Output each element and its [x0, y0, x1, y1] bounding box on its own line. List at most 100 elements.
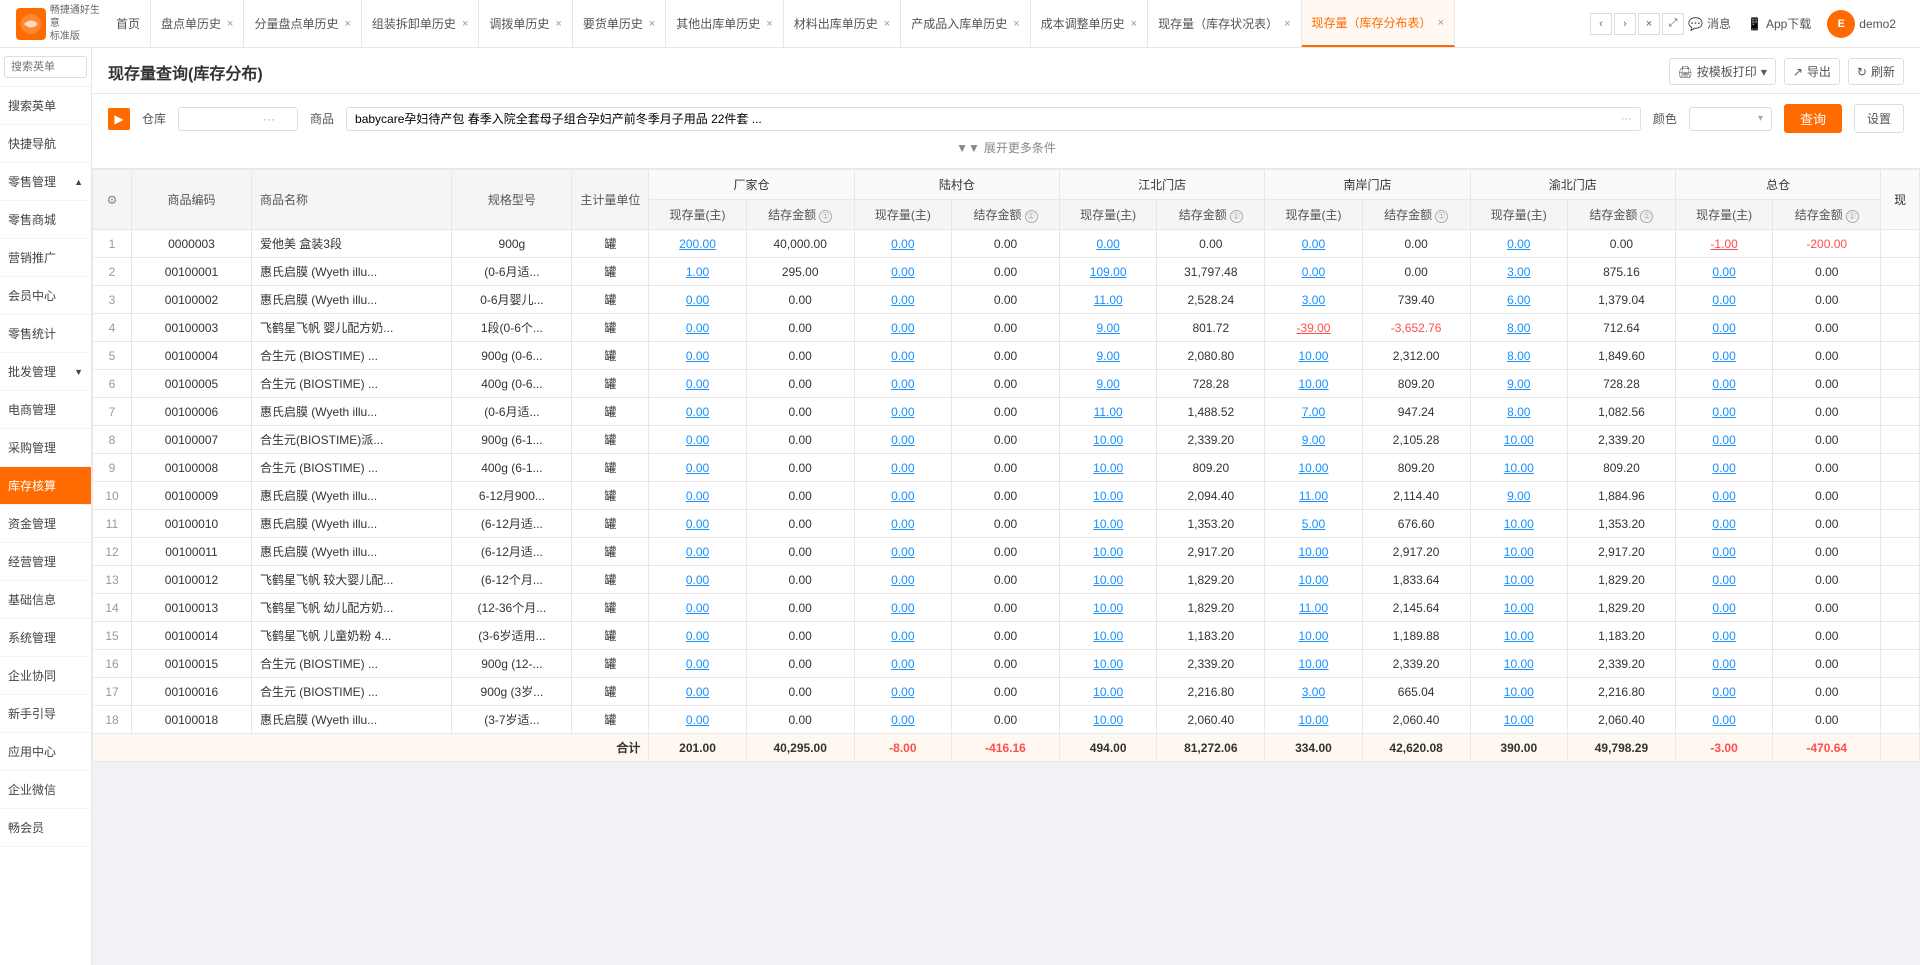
cell-na-qty: 10.00 [1265, 650, 1362, 678]
print-btn[interactable]: 🖨 按模板打印 ▾ [1669, 58, 1776, 85]
sidebar-item-marketing[interactable]: 营销推广 [0, 239, 91, 277]
sidebar-item-nav[interactable]: 快捷导航 [0, 125, 91, 163]
warehouse-dots-btn[interactable]: ··· [259, 112, 279, 126]
cell-lc-qty: 0.00 [854, 454, 951, 482]
info-icon-2[interactable]: ① [1025, 210, 1038, 223]
close-tab-8[interactable]: × [1013, 18, 1019, 30]
nav-prev-btn[interactable]: ‹ [1590, 13, 1612, 35]
cell-yb-amt: 1,183.20 [1567, 622, 1675, 650]
cell-name: 合生元 (BIOSTIME) ... [251, 370, 451, 398]
close-tab-6[interactable]: × [766, 18, 772, 30]
nav-fullscreen-btn[interactable]: ⤢ [1662, 13, 1684, 35]
cell-code: 00100013 [132, 594, 252, 622]
product-input[interactable] [355, 112, 1621, 126]
info-icon-5[interactable]: ① [1640, 210, 1653, 223]
search-input[interactable] [4, 56, 87, 78]
tab-home[interactable]: 首页 [106, 0, 151, 47]
sidebar-item-wholesale[interactable]: 批发管理 [0, 353, 91, 391]
cell-name: 飞鹤星飞帆 幼儿配方奶... [251, 594, 451, 622]
tab-5[interactable]: 要货单历史 × [573, 0, 666, 47]
sidebar-item-basic[interactable]: 基础信息 [0, 581, 91, 619]
sidebar-item-guide[interactable]: 新手引导 [0, 695, 91, 733]
close-tab-3[interactable]: × [462, 18, 468, 30]
nav-next-btn[interactable]: › [1614, 13, 1636, 35]
warehouse-input[interactable] [179, 108, 259, 130]
sidebar-item-collab[interactable]: 企业协同 [0, 657, 91, 695]
settings-gear-icon[interactable]: ⚙ [101, 189, 123, 211]
sidebar-item-ops[interactable]: 经营管理 [0, 543, 91, 581]
cell-lc-qty: 0.00 [854, 398, 951, 426]
close-tab-11[interactable]: × [1438, 17, 1444, 29]
message-btn[interactable]: 💬 消息 [1688, 15, 1731, 32]
cell-yb-qty: 10.00 [1470, 426, 1567, 454]
sidebar-item-retail-mgmt[interactable]: 零售管理 [0, 163, 91, 201]
table-container[interactable]: ⚙ 商品编码 商品名称 规格型号 主计量单位 厂家仓 陆村仓 江北门店 南岸门店… [92, 169, 1920, 965]
close-tab-4[interactable]: × [555, 18, 561, 30]
cell-fj-qty: 0.00 [649, 566, 746, 594]
close-tab-7[interactable]: × [884, 18, 890, 30]
sidebar-item-wecom[interactable]: 企业微信 [0, 771, 91, 809]
app-download-btn[interactable]: 📱 App下载 [1747, 15, 1811, 32]
color-dropdown-icon[interactable]: ▾ [1758, 113, 1763, 124]
close-tab-1[interactable]: × [227, 18, 233, 30]
settings-btn[interactable]: 设置 [1854, 104, 1904, 133]
th-lc-qty: 现存量(主) [854, 200, 951, 230]
sum-na-amt: 42,620.08 [1362, 734, 1470, 762]
cell-yb-qty: 10.00 [1470, 594, 1567, 622]
sidebar-item-purchase[interactable]: 采购管理 [0, 429, 91, 467]
sidebar-item-inventory[interactable]: 库存核算 [0, 467, 91, 505]
cell-zc-qty: 0.00 [1675, 706, 1772, 734]
tab-6[interactable]: 其他出库单历史 × [666, 0, 783, 47]
cell-code: 00100014 [132, 622, 252, 650]
cell-fj-amt: 40,000.00 [746, 230, 854, 258]
info-icon-1[interactable]: ① [819, 210, 832, 223]
info-icon-6[interactable]: ① [1846, 210, 1859, 223]
tab-3[interactable]: 组装拆卸单历史 × [362, 0, 479, 47]
filter-expand-btn[interactable]: ▶ [108, 108, 130, 130]
product-clear-btn[interactable]: ··· [1621, 113, 1632, 125]
cell-yb-amt: 1,884.96 [1567, 482, 1675, 510]
cell-num: 17 [93, 678, 132, 706]
info-icon-3[interactable]: ① [1230, 210, 1243, 223]
sidebar-item-apps[interactable]: 应用中心 [0, 733, 91, 771]
refresh-btn[interactable]: ↻ 刷新 [1848, 58, 1904, 85]
expand-more-btn[interactable]: ▼▼ 展开更多条件 [956, 139, 1056, 156]
cell-unit: 罐 [572, 342, 649, 370]
sidebar-item-retail-stats[interactable]: 零售统计 [0, 315, 91, 353]
table-row: 4 00100003 飞鹤星飞帆 婴儿配方奶... 1段(0-6个... 罐 0… [93, 314, 1920, 342]
cell-zc-amt: 0.00 [1773, 566, 1881, 594]
sidebar-item-member2[interactable]: 畅会员 [0, 809, 91, 847]
close-tab-9[interactable]: × [1131, 18, 1137, 30]
tab-2[interactable]: 分量盘点单历史 × [244, 0, 361, 47]
page-title: 现存量查询(库存分布) [108, 60, 263, 84]
info-icon-4[interactable]: ① [1435, 210, 1448, 223]
sidebar-item-finance[interactable]: 资金管理 [0, 505, 91, 543]
sidebar-item-system[interactable]: 系统管理 [0, 619, 91, 657]
cell-jb-qty: 10.00 [1060, 706, 1157, 734]
tab-1[interactable]: 盘点单历史 × [151, 0, 244, 47]
user-area[interactable]: E demo2 [1827, 10, 1896, 38]
tab-4[interactable]: 调拨单历史 × [479, 0, 572, 47]
cell-zc-qty: 0.00 [1675, 622, 1772, 650]
export-btn[interactable]: ↗ 导出 [1784, 58, 1840, 85]
cell-zc-qty: 0.00 [1675, 258, 1772, 286]
tab-9[interactable]: 成本调整单历史 × [1031, 0, 1148, 47]
sidebar-item-search[interactable]: 搜索英单 [0, 87, 91, 125]
close-tab-5[interactable]: × [649, 18, 655, 30]
tab-7[interactable]: 材料出库单历史 × [784, 0, 901, 47]
close-tab-10[interactable]: × [1284, 18, 1290, 30]
search-btn[interactable]: 查询 [1784, 104, 1842, 133]
cell-lc-amt: 0.00 [952, 482, 1060, 510]
color-input[interactable] [1698, 112, 1758, 126]
tab-11[interactable]: 现存量（库存分布表） × [1302, 0, 1455, 47]
nav-close-btn[interactable]: × [1638, 13, 1660, 35]
sidebar-item-ecommerce[interactable]: 电商管理 [0, 391, 91, 429]
cell-num: 4 [93, 314, 132, 342]
cell-fj-amt: 0.00 [746, 678, 854, 706]
sidebar-item-retail-mall[interactable]: 零售商城 [0, 201, 91, 239]
sidebar-item-member[interactable]: 会员中心 [0, 277, 91, 315]
close-tab-2[interactable]: × [344, 18, 350, 30]
cell-zc-amt: 0.00 [1773, 398, 1881, 426]
tab-8[interactable]: 产成品入库单历史 × [901, 0, 1030, 47]
tab-10[interactable]: 现存量（库存状况表） × [1148, 0, 1301, 47]
